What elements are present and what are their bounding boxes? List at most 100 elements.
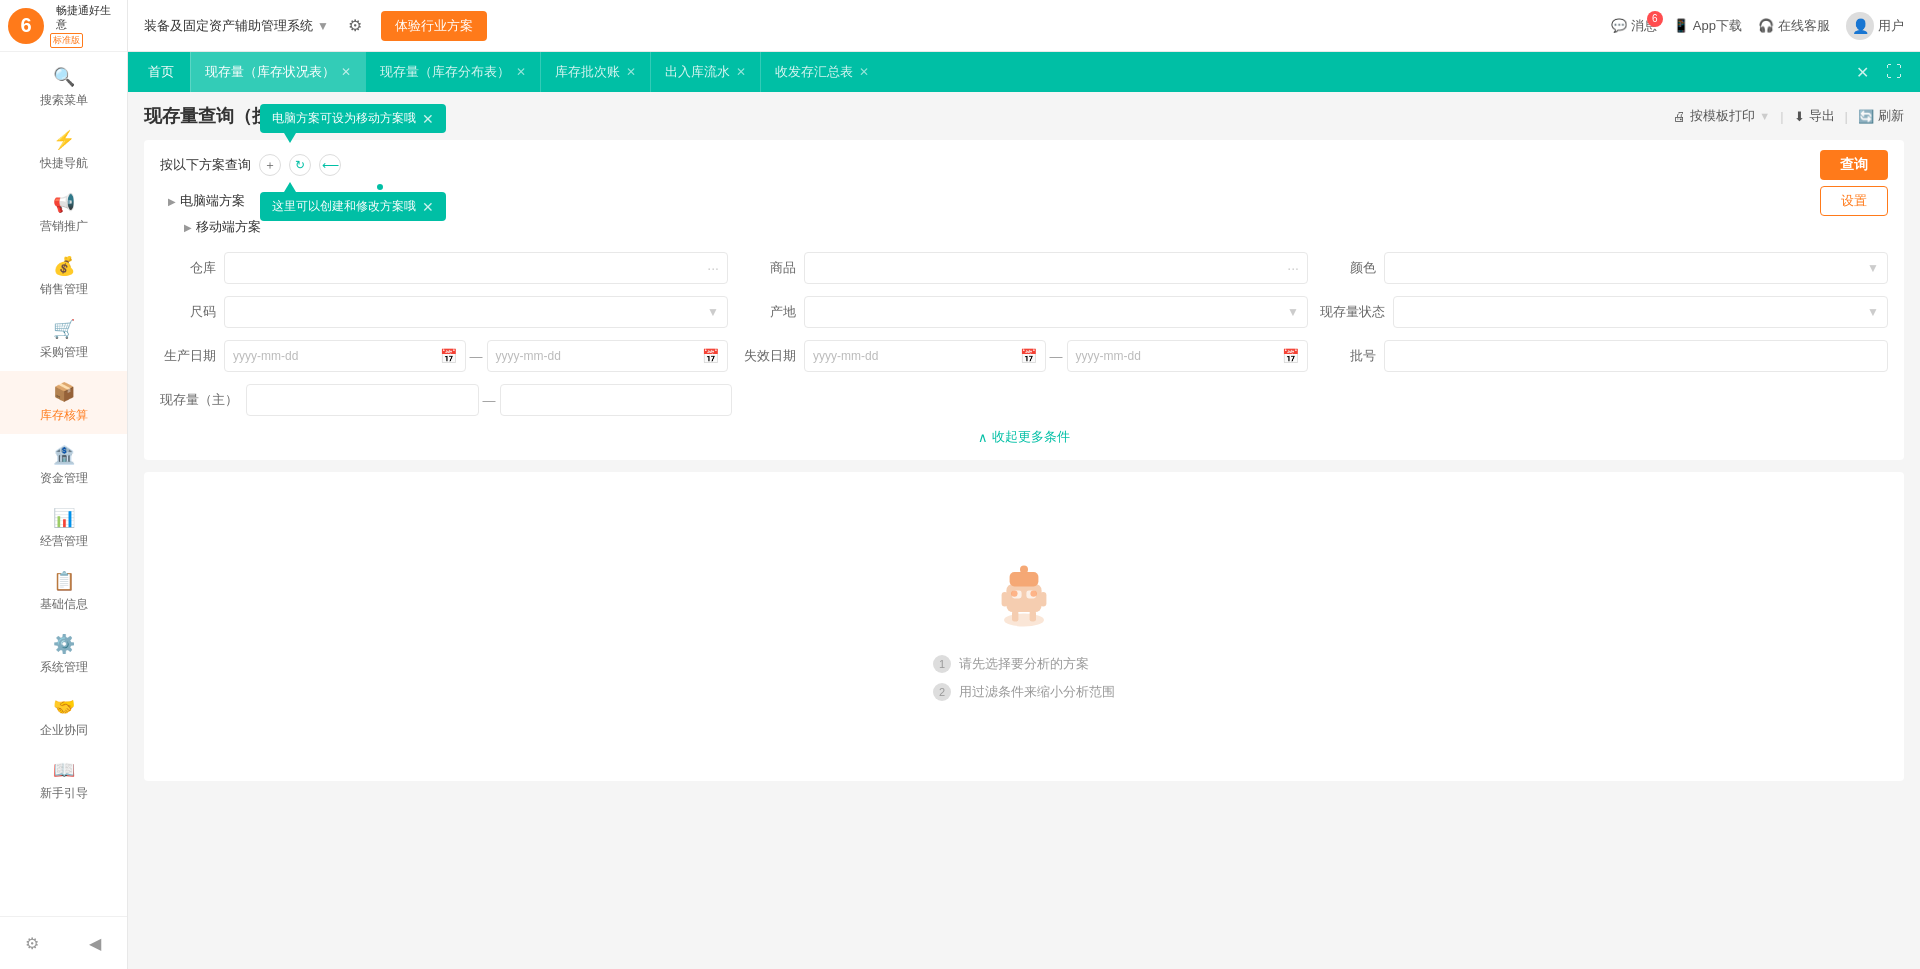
tooltip-1-close[interactable]: ✕ bbox=[422, 111, 434, 127]
batch-input[interactable] bbox=[1384, 340, 1888, 372]
sidebar-logo: 6 畅捷通好生意 标准版 bbox=[0, 0, 127, 52]
svg-point-11 bbox=[1030, 590, 1036, 596]
batch-label: 批号 bbox=[1320, 347, 1376, 365]
support-action[interactable]: 🎧 在线客服 bbox=[1758, 17, 1830, 35]
divider-1: | bbox=[1780, 109, 1783, 124]
filter-rows: 仓库 ··· 商品 ··· bbox=[160, 252, 1888, 416]
empty-tip-2: 2 用过滤条件来缩小分析范围 bbox=[933, 683, 1115, 701]
sidebar-item-system[interactable]: ⚙️ 系统管理 bbox=[0, 623, 127, 686]
scheme-arrow-desktop: ▶ bbox=[168, 196, 176, 207]
settings-bottom-btn[interactable]: ⚙ bbox=[16, 927, 48, 959]
export-icon: ⬇ bbox=[1794, 109, 1805, 124]
app-container: 6 畅捷通好生意 标准版 🔍 搜索菜单 ⚡ 快捷导航 📢 营销推广 💰 销售管理… bbox=[0, 0, 1920, 969]
filter-field-goods: 商品 ··· bbox=[740, 252, 1308, 284]
refresh-btn[interactable]: 🔄 刷新 bbox=[1858, 107, 1904, 125]
tooltip-2-close[interactable]: ✕ bbox=[422, 199, 434, 215]
stock-status-label: 现存量状态 bbox=[1320, 303, 1385, 321]
mfg-date-calendar-icon: 📅 bbox=[440, 348, 457, 364]
exp-date-from[interactable]: yyyy-mm-dd 📅 bbox=[804, 340, 1046, 372]
search-nav-icon: 🔍 bbox=[53, 66, 75, 88]
tab-item-2[interactable]: 库存批次账 ✕ bbox=[540, 52, 650, 92]
size-select[interactable]: ▼ bbox=[224, 296, 728, 328]
query-btn[interactable]: 查询 bbox=[1820, 150, 1888, 180]
sidebar-item-operations[interactable]: 📊 经营管理 bbox=[0, 497, 127, 560]
exp-date-calendar-icon: 📅 bbox=[1020, 348, 1037, 364]
tab-close-2[interactable]: ✕ bbox=[626, 66, 636, 78]
sidebar-item-finance[interactable]: 🏦 资金管理 bbox=[0, 434, 127, 497]
tooltip-1: 电脑方案可设为移动方案哦 ✕ bbox=[260, 104, 446, 133]
tab-item-1[interactable]: 现存量（库存分布表） ✕ bbox=[365, 52, 540, 92]
exp-date-to[interactable]: yyyy-mm-dd 📅 bbox=[1067, 340, 1309, 372]
reset-btn[interactable]: 设置 bbox=[1820, 186, 1888, 216]
tab-right-btns: ✕ ⛶ bbox=[1840, 58, 1916, 86]
cycle-scheme-btn[interactable]: ↻ bbox=[289, 154, 311, 176]
size-label: 尺码 bbox=[160, 303, 216, 321]
print-btn[interactable]: 🖨 按模板打印 ▼ bbox=[1673, 107, 1770, 125]
stock-qty-group: — bbox=[246, 384, 732, 416]
search-nav-label: 搜索菜单 bbox=[40, 92, 88, 109]
tab-item-3[interactable]: 出入库流水 ✕ bbox=[650, 52, 760, 92]
collapse-bottom-btn[interactable]: ◀ bbox=[79, 927, 111, 959]
industry-btn[interactable]: 体验行业方案 bbox=[381, 11, 487, 41]
collapse-btn[interactable]: ∧ 收起更多条件 bbox=[978, 428, 1070, 446]
logo-tag: 标准版 bbox=[50, 33, 83, 48]
operations-nav-icon: 📊 bbox=[53, 507, 75, 529]
color-select[interactable]: ▼ bbox=[1384, 252, 1888, 284]
sidebar-item-sales[interactable]: 💰 销售管理 bbox=[0, 245, 127, 308]
empty-tips: 1 请先选择要分析的方案 2 用过滤条件来缩小分析范围 bbox=[933, 655, 1115, 701]
stock-qty-label: 现存量（主） bbox=[160, 391, 238, 409]
stock-nav-label: 库存核算 bbox=[40, 407, 88, 424]
marketing-nav-icon: 📢 bbox=[53, 192, 75, 214]
logo-icon: 6 bbox=[8, 8, 44, 44]
mfg-date-to-calendar-icon: 📅 bbox=[702, 348, 719, 364]
message-icon: 💬 bbox=[1611, 18, 1627, 33]
sidebar-item-guide[interactable]: 📖 新手引导 bbox=[0, 749, 127, 812]
print-dropdown-icon: ▼ bbox=[1759, 110, 1770, 122]
tab-close-0[interactable]: ✕ bbox=[341, 66, 351, 78]
tab-maximize-btn[interactable]: ⛶ bbox=[1880, 58, 1908, 86]
origin-label: 产地 bbox=[740, 303, 796, 321]
app-download-action[interactable]: 📱 App下载 bbox=[1673, 17, 1742, 35]
mfg-date-to[interactable]: yyyy-mm-dd 📅 bbox=[487, 340, 729, 372]
sidebar-item-enterprise[interactable]: 🤝 企业协同 bbox=[0, 686, 127, 749]
stock-qty-to[interactable] bbox=[500, 384, 733, 416]
refresh-icon: 🔄 bbox=[1858, 109, 1874, 124]
support-icon: 🎧 bbox=[1758, 18, 1774, 33]
tab-close-3[interactable]: ✕ bbox=[736, 66, 746, 78]
tab-label-0: 现存量（库存状况表） bbox=[205, 63, 335, 81]
export-btn[interactable]: ⬇ 导出 bbox=[1794, 107, 1835, 125]
message-action[interactable]: 💬 消息 6 bbox=[1611, 17, 1657, 35]
exp-date-from-placeholder: yyyy-mm-dd bbox=[813, 349, 878, 363]
warehouse-input[interactable]: ··· bbox=[224, 252, 728, 284]
header-settings-btn[interactable]: ⚙ bbox=[341, 12, 369, 40]
stock-status-select[interactable]: ▼ bbox=[1393, 296, 1888, 328]
origin-select[interactable]: ▼ bbox=[804, 296, 1308, 328]
sidebar-item-basic[interactable]: 📋 基础信息 bbox=[0, 560, 127, 623]
add-scheme-btn[interactable]: ＋ bbox=[259, 154, 281, 176]
tab-collapse-btn[interactable]: ✕ bbox=[1848, 58, 1876, 86]
goods-input[interactable]: ··· bbox=[804, 252, 1308, 284]
sidebar-item-marketing[interactable]: 📢 营销推广 bbox=[0, 182, 127, 245]
tab-close-1[interactable]: ✕ bbox=[516, 66, 526, 78]
mfg-date-separator: — bbox=[466, 349, 487, 364]
app-label: App下载 bbox=[1693, 17, 1742, 35]
sidebar-item-stock[interactable]: 📦 库存核算 bbox=[0, 371, 127, 434]
tab-label-3: 出入库流水 bbox=[665, 63, 730, 81]
back-scheme-btn[interactable]: ⟵ bbox=[319, 154, 341, 176]
tab-item-4[interactable]: 收发存汇总表 ✕ bbox=[760, 52, 883, 92]
tab-home[interactable]: 首页 bbox=[132, 52, 190, 92]
message-badge: 6 bbox=[1647, 11, 1663, 27]
user-action[interactable]: 👤 用户 bbox=[1846, 12, 1904, 40]
warehouse-label: 仓库 bbox=[160, 259, 216, 277]
mfg-date-from[interactable]: yyyy-mm-dd 📅 bbox=[224, 340, 466, 372]
tab-item-0[interactable]: 现存量（库存状况表） ✕ bbox=[190, 52, 365, 92]
system-dropdown-icon: ▼ bbox=[317, 19, 329, 33]
stock-qty-from[interactable] bbox=[246, 384, 479, 416]
system-select[interactable]: 装备及固定资产辅助管理系统 ▼ bbox=[144, 17, 329, 35]
stock-status-chevron-icon: ▼ bbox=[1867, 305, 1879, 319]
sidebar-item-nav[interactable]: ⚡ 快捷导航 bbox=[0, 119, 127, 182]
sidebar-item-purchase[interactable]: 🛒 采购管理 bbox=[0, 308, 127, 371]
title-actions: 🖨 按模板打印 ▼ | ⬇ 导出 | 🔄 刷新 bbox=[1673, 107, 1904, 125]
tab-close-4[interactable]: ✕ bbox=[859, 66, 869, 78]
sidebar-item-search[interactable]: 🔍 搜索菜单 bbox=[0, 56, 127, 119]
